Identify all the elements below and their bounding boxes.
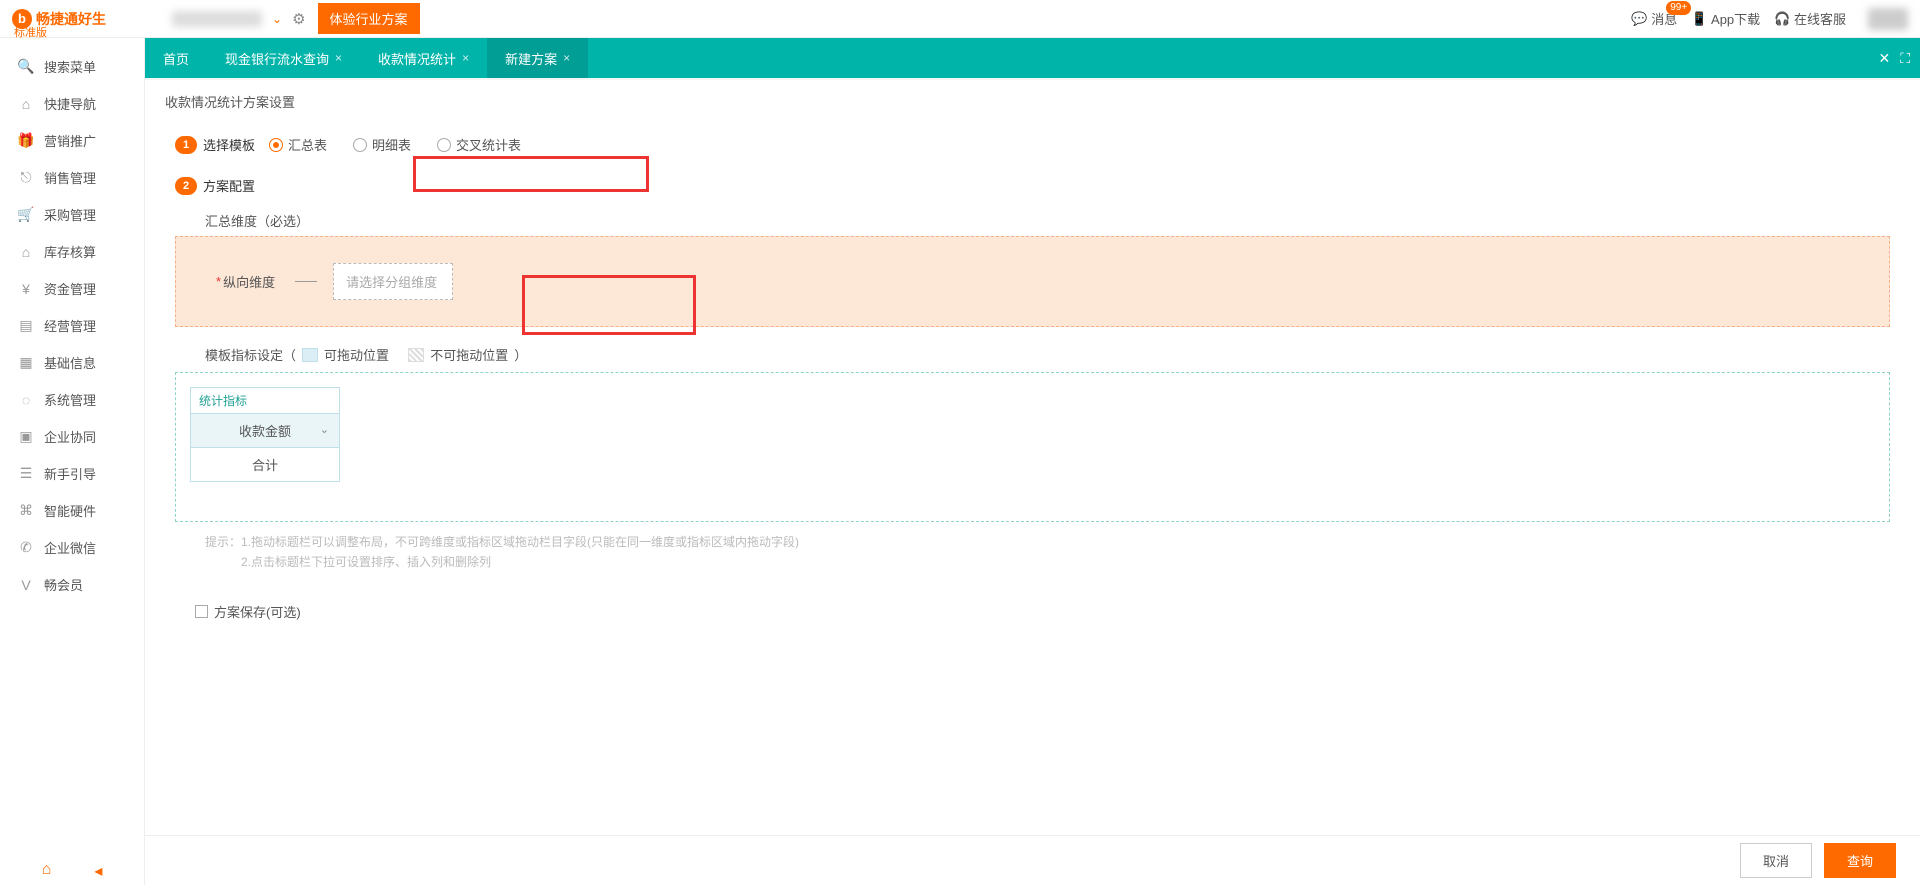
sidebar-footer-icon-2[interactable]: ◂ bbox=[94, 861, 102, 881]
sidebar-item-7[interactable]: ▤经营管理 bbox=[0, 307, 144, 344]
fund-icon: ¥ bbox=[18, 281, 34, 297]
gift-icon: 🎁 bbox=[18, 133, 34, 149]
sidebar-item-6[interactable]: ¥资金管理 bbox=[0, 270, 144, 307]
hw-icon: ⌘ bbox=[18, 503, 34, 519]
indicator-table: 统计指标 收款金额 ⌄ 合计 bbox=[190, 387, 340, 482]
save-plan-checkbox[interactable]: 方案保存(可选) bbox=[195, 602, 1890, 621]
tab-3[interactable]: 新建方案× bbox=[487, 38, 588, 78]
required-star: * bbox=[216, 274, 221, 289]
sidebar-item-0[interactable]: 🔍搜索菜单 bbox=[0, 48, 144, 85]
tab-1[interactable]: 现金银行流水查询× bbox=[207, 38, 360, 78]
vip-icon: V bbox=[18, 577, 34, 593]
sidebar-item-2[interactable]: 🎁营销推广 bbox=[0, 122, 144, 159]
cancel-button[interactable]: 取消 bbox=[1740, 843, 1812, 878]
dimension-dropzone[interactable]: * 纵向维度 请选择分组维度 bbox=[175, 236, 1890, 327]
step-2-badge: 2 bbox=[175, 177, 197, 195]
radio-icon bbox=[269, 138, 283, 152]
support-link[interactable]: 🎧 在线客服 bbox=[1774, 9, 1846, 28]
sidebar-footer-icon-1[interactable]: ⌂ bbox=[42, 861, 52, 881]
radio-icon bbox=[353, 138, 367, 152]
query-button[interactable]: 查询 bbox=[1824, 843, 1896, 878]
sidebar: 🔍搜索菜单⌂快捷导航🎁营销推广⎋销售管理🛒采购管理⌂库存核算¥资金管理▤经营管理… bbox=[0, 38, 145, 885]
gear-icon[interactable]: ⚙ bbox=[292, 10, 305, 28]
tab-close-icon[interactable]: × bbox=[563, 51, 570, 65]
coop-icon: ▣ bbox=[18, 429, 34, 445]
tab-close-icon[interactable]: × bbox=[335, 51, 342, 65]
sidebar-item-3[interactable]: ⎋销售管理 bbox=[0, 159, 144, 196]
step-2-label: 方案配置 bbox=[203, 176, 255, 195]
template-radio-1[interactable]: 明细表 bbox=[353, 135, 411, 154]
phone-icon: 📱 bbox=[1691, 11, 1707, 27]
dimension-input[interactable]: 请选择分组维度 bbox=[333, 263, 453, 300]
sidebar-item-13[interactable]: ✆企业微信 bbox=[0, 529, 144, 566]
hints: 提示：1.拖动标题栏可以调整布局，不可跨维度或指标区域拖动栏目字段(只能在同一维… bbox=[205, 532, 1890, 572]
headset-icon: 🎧 bbox=[1774, 11, 1790, 27]
tab-2[interactable]: 收款情况统计× bbox=[360, 38, 487, 78]
template-radio-0[interactable]: 汇总表 bbox=[269, 135, 327, 154]
guide-icon: ☰ bbox=[18, 466, 34, 482]
sidebar-item-4[interactable]: 🛒采购管理 bbox=[0, 196, 144, 233]
sys-icon: ◌ bbox=[18, 392, 34, 408]
home-icon: ⌂ bbox=[18, 96, 34, 112]
user-avatar[interactable] bbox=[1868, 8, 1908, 30]
industry-plan-button[interactable]: 体验行业方案 bbox=[318, 3, 420, 34]
messages-badge: 99+ bbox=[1666, 1, 1691, 15]
radio-icon bbox=[437, 138, 451, 152]
chevron-down-icon: ⌄ bbox=[272, 12, 282, 26]
company-selector[interactable]: ⌄ ⚙ bbox=[172, 10, 318, 28]
cart-icon: 🛒 bbox=[18, 207, 34, 223]
indicator-heading: 统计指标 bbox=[191, 388, 339, 413]
tab-strip: 首页现金银行流水查询×收款情况统计×新建方案× ✕ ⛶ bbox=[145, 38, 1920, 78]
wx-icon: ✆ bbox=[18, 540, 34, 556]
app-download-link[interactable]: 📱 App下载 bbox=[1691, 9, 1760, 28]
template-radio-2[interactable]: 交叉统计表 bbox=[437, 135, 521, 154]
sidebar-item-8[interactable]: ▦基础信息 bbox=[0, 344, 144, 381]
footer-actions: 取消 查询 bbox=[145, 835, 1920, 885]
legend-draggable-swatch bbox=[302, 348, 318, 362]
messages-link[interactable]: 💬 消息 99+ bbox=[1631, 9, 1677, 28]
legend-fixed-swatch bbox=[408, 348, 424, 362]
chat-icon: 💬 bbox=[1631, 11, 1647, 27]
indicator-item[interactable]: 收款金额 ⌄ bbox=[191, 413, 339, 447]
chevron-down-icon: ⌄ bbox=[320, 423, 329, 436]
indicator-dropzone[interactable]: 统计指标 收款金额 ⌄ 合计 bbox=[175, 372, 1890, 522]
fullscreen-icon[interactable]: ⛶ bbox=[1900, 50, 1910, 67]
sidebar-item-10[interactable]: ▣企业协同 bbox=[0, 418, 144, 455]
info-icon: ▦ bbox=[18, 355, 34, 371]
stock-icon: ⌂ bbox=[18, 244, 34, 260]
search-icon: 🔍 bbox=[18, 59, 34, 75]
tab-0[interactable]: 首页 bbox=[145, 38, 207, 78]
legend: 模板指标设定（ 可拖动位置 不可拖动位置 ） bbox=[205, 345, 1890, 364]
indicator-total: 合计 bbox=[191, 447, 339, 481]
sidebar-item-1[interactable]: ⌂快捷导航 bbox=[0, 85, 144, 122]
checkbox-icon bbox=[195, 605, 208, 618]
sidebar-item-14[interactable]: V畅会员 bbox=[0, 566, 144, 603]
mgr-icon: ▤ bbox=[18, 318, 34, 334]
dimension-label: 纵向维度 bbox=[223, 272, 275, 291]
sidebar-item-9[interactable]: ◌系统管理 bbox=[0, 381, 144, 418]
sidebar-item-11[interactable]: ☰新手引导 bbox=[0, 455, 144, 492]
page-title: 收款情况统计方案设置 bbox=[145, 80, 1920, 123]
step-1-badge: 1 bbox=[175, 136, 197, 154]
sidebar-item-5[interactable]: ⌂库存核算 bbox=[0, 233, 144, 270]
dimension-heading: 汇总维度（必选） bbox=[205, 211, 1890, 230]
tab-close-all-icon[interactable]: ✕ bbox=[1878, 50, 1890, 67]
tab-close-icon[interactable]: × bbox=[462, 51, 469, 65]
sidebar-item-12[interactable]: ⌘智能硬件 bbox=[0, 492, 144, 529]
sale-icon: ⎋ bbox=[18, 170, 34, 186]
step-1-label: 选择模板 bbox=[203, 135, 255, 154]
